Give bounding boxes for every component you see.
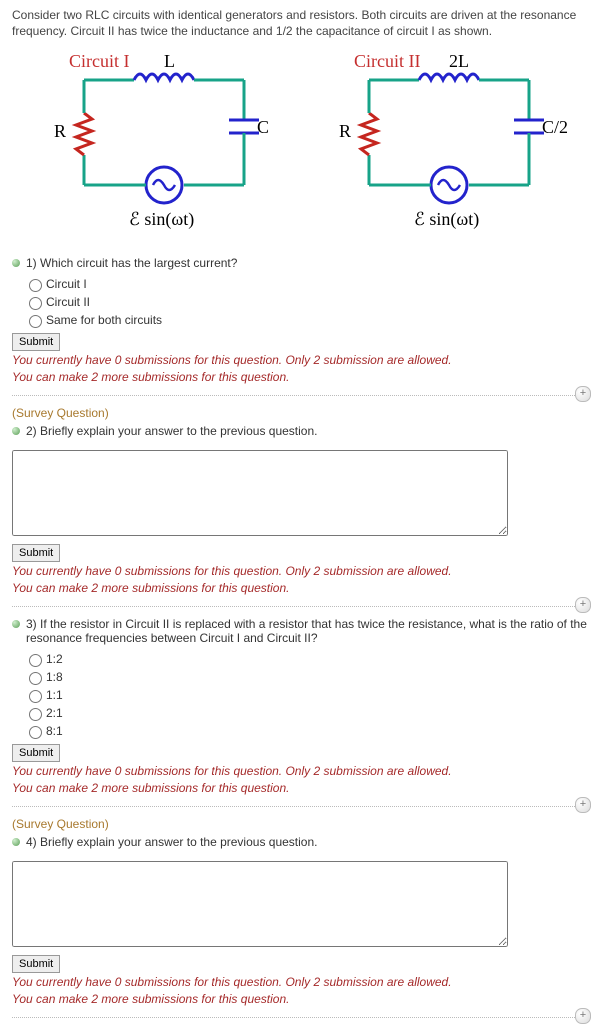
q1-options: Circuit I Circuit II Same for both circu…	[24, 276, 591, 328]
q4-feedback1: You currently have 0 submissions for thi…	[12, 975, 591, 990]
q3-option-label: 8:1	[46, 724, 63, 738]
q3-option[interactable]: 2:1	[24, 705, 591, 721]
q4-submit-button[interactable]: Submit	[12, 955, 60, 973]
circuit1-L-label: L	[164, 51, 175, 71]
q1-feedback1: You currently have 0 submissions for thi…	[12, 353, 591, 368]
q3-option-label: 1:1	[46, 688, 63, 702]
q3-text: 3) If the resistor in Circuit II is repl…	[26, 617, 591, 645]
circuit-1-svg: Circuit I L C ℰ sin(ωt)	[29, 45, 279, 235]
q3-option[interactable]: 8:1	[24, 723, 591, 739]
q3-option[interactable]: 1:1	[24, 687, 591, 703]
q2-survey-label: (Survey Question)	[12, 406, 591, 420]
q1-feedback2: You can make 2 more submissions for this…	[12, 370, 591, 385]
expand-icon[interactable]: +	[575, 1008, 591, 1024]
q3-option-label: 1:8	[46, 670, 63, 684]
q3-option[interactable]: 1:2	[24, 651, 591, 667]
bullet-icon	[12, 838, 20, 846]
expand-icon[interactable]: +	[575, 386, 591, 402]
q1-option[interactable]: Same for both circuits	[24, 312, 591, 328]
q3-radio-0[interactable]	[29, 654, 42, 667]
circuit1-title: Circuit I	[69, 51, 130, 71]
circuit2-R-label: R	[339, 121, 351, 141]
q2-feedback2: You can make 2 more submissions for this…	[12, 581, 591, 596]
q3-option-label: 1:2	[46, 652, 63, 666]
q4-feedback2: You can make 2 more submissions for this…	[12, 992, 591, 1007]
q2-textarea[interactable]	[12, 450, 508, 536]
q3-radio-2[interactable]	[29, 690, 42, 703]
q2-text: 2) Briefly explain your answer to the pr…	[26, 424, 318, 438]
separator: +	[12, 606, 591, 607]
q1-radio-1[interactable]	[29, 297, 42, 310]
separator: +	[12, 395, 591, 396]
bullet-icon	[12, 620, 20, 628]
q2-feedback1: You currently have 0 submissions for thi…	[12, 564, 591, 579]
circuit2-C-label: C/2	[542, 117, 568, 137]
q3-feedback1: You currently have 0 submissions for thi…	[12, 764, 591, 779]
separator: +	[12, 806, 591, 807]
q4-head: 4) Briefly explain your answer to the pr…	[12, 835, 591, 849]
intro-text: Consider two RLC circuits with identical…	[12, 8, 591, 39]
q1-option[interactable]: Circuit II	[24, 294, 591, 310]
circuit-2-svg: Circuit II 2L C/2 ℰ sin(ωt) R	[314, 45, 574, 235]
q1-head: 1) Which circuit has the largest current…	[12, 256, 591, 270]
q3-feedback2: You can make 2 more submissions for this…	[12, 781, 591, 796]
circuit-diagrams: Circuit I L C ℰ sin(ωt)	[12, 45, 591, 238]
q3-head: 3) If the resistor in Circuit II is repl…	[12, 617, 591, 645]
circuit2-L-label: 2L	[449, 51, 469, 71]
q3-option[interactable]: 1:8	[24, 669, 591, 685]
circuit1-C-label: C	[257, 117, 269, 137]
expand-icon[interactable]: +	[575, 797, 591, 813]
q4-textarea[interactable]	[12, 861, 508, 947]
q1-text: 1) Which circuit has the largest current…	[26, 256, 237, 270]
circuit-2: Circuit II 2L C/2 ℰ sin(ωt) R	[314, 45, 574, 238]
q1-submit-button[interactable]: Submit	[12, 333, 60, 351]
q3-radio-3[interactable]	[29, 708, 42, 721]
q1-radio-2[interactable]	[29, 315, 42, 328]
circuit2-title: Circuit II	[354, 51, 420, 71]
q4-text: 4) Briefly explain your answer to the pr…	[26, 835, 318, 849]
bullet-icon	[12, 259, 20, 267]
q3-radio-4[interactable]	[29, 726, 42, 739]
q1-option-label: Same for both circuits	[46, 313, 162, 327]
q1-option-label: Circuit II	[46, 295, 90, 309]
q1-radio-0[interactable]	[29, 279, 42, 292]
q3-options: 1:2 1:8 1:1 2:1 8:1	[24, 651, 591, 739]
q3-option-label: 2:1	[46, 706, 63, 720]
q4-survey-label: (Survey Question)	[12, 817, 591, 831]
circuit1-source-label: ℰ sin(ωt)	[129, 209, 194, 230]
q2-submit-button[interactable]: Submit	[12, 544, 60, 562]
bullet-icon	[12, 427, 20, 435]
q3-submit-button[interactable]: Submit	[12, 744, 60, 762]
circuit1-R-label: R	[54, 121, 66, 141]
q2-head: 2) Briefly explain your answer to the pr…	[12, 424, 591, 438]
circuit-1: Circuit I L C ℰ sin(ωt)	[29, 45, 279, 238]
q3-radio-1[interactable]	[29, 672, 42, 685]
q1-option-label: Circuit I	[46, 277, 87, 291]
q1-option[interactable]: Circuit I	[24, 276, 591, 292]
circuit2-source-label: ℰ sin(ωt)	[414, 209, 479, 230]
separator: +	[12, 1017, 591, 1018]
expand-icon[interactable]: +	[575, 597, 591, 613]
